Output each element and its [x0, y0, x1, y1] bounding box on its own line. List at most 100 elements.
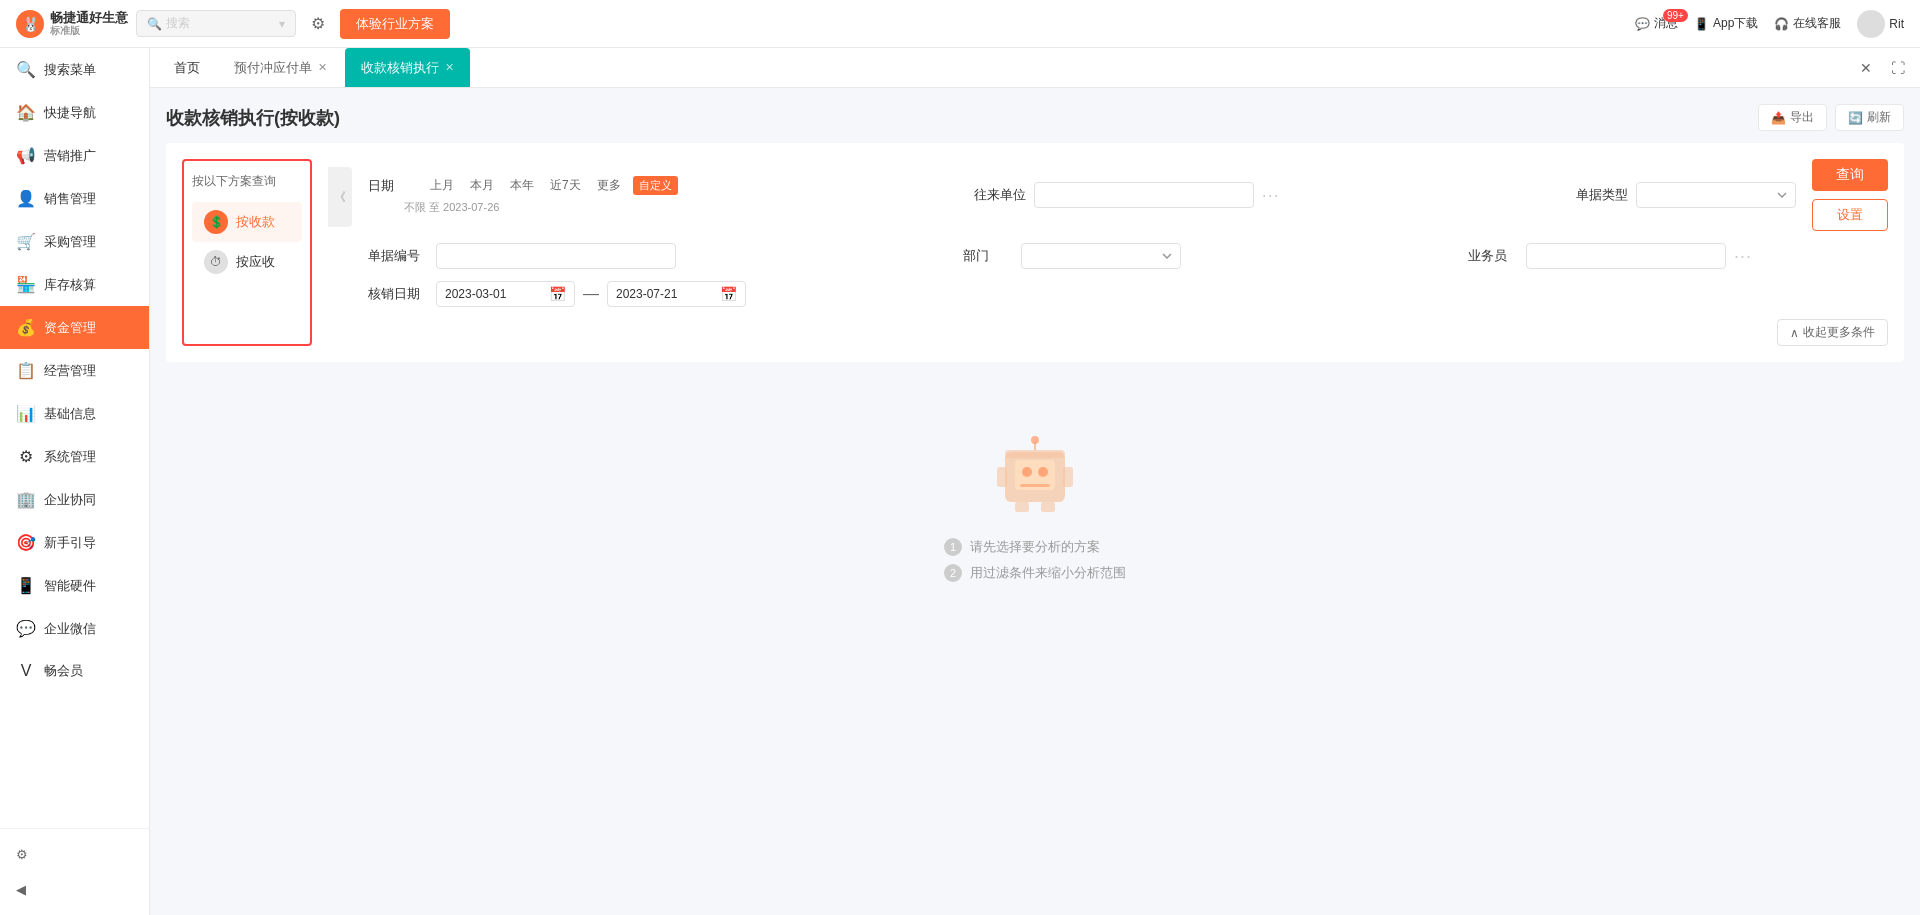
- more-conditions-area: ∧ 收起更多条件: [368, 319, 1888, 346]
- svg-rect-9: [1063, 467, 1073, 487]
- sidebar-item-sys-mgmt[interactable]: ⚙ 系统管理: [0, 435, 149, 478]
- date-more[interactable]: 更多: [593, 175, 625, 196]
- sidebar-icon-fund-mgmt: 💰: [16, 318, 36, 337]
- partner-field: 往来单位 ···: [974, 182, 1280, 208]
- tab-expand-btn[interactable]: ⛶: [1884, 54, 1912, 82]
- date-last-7days[interactable]: 近7天: [546, 175, 585, 196]
- tab-close-btn[interactable]: ✕: [1852, 54, 1880, 82]
- verify-date-end-input[interactable]: [616, 287, 716, 301]
- verify-date-start-wrap[interactable]: 📅: [436, 281, 575, 307]
- empty-tips: 1 请先选择要分析的方案 2 用过滤条件来缩小分析范围: [944, 538, 1126, 582]
- logo-area[interactable]: 🐰 畅捷通好生意 标准版: [16, 10, 128, 38]
- setting-btn[interactable]: 设置: [1812, 199, 1888, 231]
- right-actions: 查询 设置: [1812, 159, 1888, 231]
- tab-close-prepay[interactable]: ✕: [318, 61, 327, 74]
- staff-field: 业务员 ···: [1468, 243, 1752, 269]
- dropdown-arrow-icon: ▾: [279, 17, 285, 31]
- sidebar-item-ops-mgmt[interactable]: 📋 经营管理: [0, 349, 149, 392]
- sidebar-label-ops-mgmt: 经营管理: [44, 362, 96, 380]
- page-inner: 收款核销执行(按收款) 📤 导出 🔄 刷新: [150, 88, 1920, 658]
- date-custom-tag[interactable]: 自定义: [633, 176, 678, 195]
- empty-tip-1: 1 请先选择要分析的方案: [944, 538, 1126, 556]
- verify-date-start-input[interactable]: [445, 287, 545, 301]
- dept-select[interactable]: [1021, 243, 1181, 269]
- filter-by-receipt[interactable]: 💲 按收款: [192, 202, 302, 242]
- query-btn[interactable]: 查询: [1812, 159, 1888, 191]
- filter-by-receivable[interactable]: ⏱ 按应收: [192, 242, 302, 282]
- sidebar-item-inventory[interactable]: 🏪 库存核算: [0, 263, 149, 306]
- tab-label-receipt-verify: 收款核销执行: [361, 59, 439, 77]
- collapse-more-btn[interactable]: ∧ 收起更多条件: [1777, 319, 1888, 346]
- sidebar-item-vip[interactable]: V 畅会员: [0, 650, 149, 692]
- doc-type-field: 单据类型: [1576, 182, 1796, 208]
- sidebar-item-purchase-mgmt[interactable]: 🛒 采购管理: [0, 220, 149, 263]
- verify-date-range: 📅 — 📅: [436, 281, 746, 307]
- tab-label-prepay: 预付冲应付单: [234, 59, 312, 77]
- tab-close-receipt-verify[interactable]: ✕: [445, 61, 454, 74]
- logo-subtitle: 标准版: [50, 25, 128, 37]
- calendar-end-icon[interactable]: 📅: [720, 286, 737, 302]
- message-button[interactable]: 💬 消息 99+: [1635, 15, 1678, 32]
- verify-date-end-wrap[interactable]: 📅: [607, 281, 746, 307]
- doc-no-input[interactable]: [436, 243, 676, 269]
- sidebar-item-quick-nav[interactable]: 🏠 快捷导航: [0, 91, 149, 134]
- tab-bar-actions: ✕ ⛶: [1852, 54, 1912, 82]
- user-avatar-area[interactable]: Rit: [1857, 10, 1904, 38]
- online-service-button[interactable]: 🎧 在线客服: [1774, 15, 1841, 32]
- sidebar-settings-btn[interactable]: ⚙: [0, 837, 149, 872]
- staff-more-icon[interactable]: ···: [1734, 246, 1752, 267]
- sidebar-bottom: ⚙ ◀: [0, 828, 149, 915]
- sidebar-icon-sys-mgmt: ⚙: [16, 447, 36, 466]
- sidebar-item-search-menu[interactable]: 🔍 搜索菜单: [0, 48, 149, 91]
- partner-input[interactable]: [1034, 182, 1254, 208]
- sidebar-label-inventory: 库存核算: [44, 276, 96, 294]
- partner-more-icon[interactable]: ···: [1262, 185, 1280, 206]
- sidebar-item-corp-wx[interactable]: 💬 企业微信: [0, 607, 149, 650]
- filter-row-3: 核销日期 📅 — 📅: [368, 281, 1888, 307]
- filter-card: 按以下方案查询 💲 按收款 ⏱ 按应收 《: [166, 143, 1904, 362]
- date-last-month[interactable]: 上月: [426, 175, 458, 196]
- tab-prepay[interactable]: 预付冲应付单 ✕: [218, 48, 343, 87]
- svg-rect-11: [1041, 502, 1055, 512]
- app-download-button[interactable]: 📱 App下载: [1694, 15, 1758, 32]
- refresh-btn[interactable]: 🔄 刷新: [1835, 104, 1904, 131]
- user-avatar: [1857, 10, 1885, 38]
- sidebar-item-smart-hw[interactable]: 📱 智能硬件: [0, 564, 149, 607]
- svg-point-7: [1031, 436, 1039, 444]
- date-this-year[interactable]: 本年: [506, 175, 538, 196]
- top-bar: 🐰 畅捷通好生意 标准版 🔍 搜索 ▾ ⚙ 体验行业方案 💬 消息 99+ 📱 …: [0, 0, 1920, 48]
- sidebar-icon-vip: V: [16, 662, 36, 680]
- sidebar-collapse-btn[interactable]: ◀: [0, 872, 149, 907]
- collapse-filter-btn[interactable]: 《: [328, 167, 352, 227]
- calendar-start-icon[interactable]: 📅: [549, 286, 566, 302]
- tab-receipt-verify[interactable]: 收款核销执行 ✕: [345, 48, 470, 87]
- tip-num-2: 2: [944, 564, 962, 582]
- empty-state: 1 请先选择要分析的方案 2 用过滤条件来缩小分析范围: [166, 362, 1904, 642]
- svg-rect-4: [1020, 484, 1050, 487]
- svg-rect-5: [1005, 450, 1065, 458]
- sidebar-label-fund-mgmt: 资金管理: [44, 319, 96, 337]
- sidebar-item-marketing[interactable]: 📢 营销推广: [0, 134, 149, 177]
- page-header: 收款核销执行(按收款) 📤 导出 🔄 刷新: [166, 104, 1904, 131]
- filter-row-2: 单据编号 部门 业务员: [368, 243, 1888, 269]
- sidebar-icon-smart-hw: 📱: [16, 576, 36, 595]
- doc-type-select[interactable]: [1636, 182, 1796, 208]
- top-search-bar[interactable]: 🔍 搜索 ▾: [136, 10, 296, 37]
- sidebar-item-sales-mgmt[interactable]: 👤 销售管理: [0, 177, 149, 220]
- tab-bar: 首页 预付冲应付单 ✕ 收款核销执行 ✕ ✕ ⛶: [150, 48, 1920, 88]
- sidebar-item-fund-mgmt[interactable]: 💰 资金管理: [0, 306, 149, 349]
- sidebar-icon-corp-wx: 💬: [16, 619, 36, 638]
- sidebar-item-basic-info[interactable]: 📊 基础信息: [0, 392, 149, 435]
- export-btn[interactable]: 📤 导出: [1758, 104, 1827, 131]
- industry-btn[interactable]: 体验行业方案: [340, 9, 450, 39]
- sidebar-label-basic-info: 基础信息: [44, 405, 96, 423]
- staff-input[interactable]: [1526, 243, 1726, 269]
- sidebar-item-enterprise[interactable]: 🏢 企业协同: [0, 478, 149, 521]
- date-this-month[interactable]: 本月: [466, 175, 498, 196]
- sidebar-item-new-guide[interactable]: 🎯 新手引导: [0, 521, 149, 564]
- tab-label-home: 首页: [174, 59, 200, 77]
- tab-home[interactable]: 首页: [158, 48, 216, 87]
- date-shortcuts: 上月 本月 本年 近7天 更多 自定义: [426, 175, 678, 196]
- collapse-icon: ◀: [16, 882, 26, 897]
- gear-button[interactable]: ⚙: [304, 10, 332, 38]
